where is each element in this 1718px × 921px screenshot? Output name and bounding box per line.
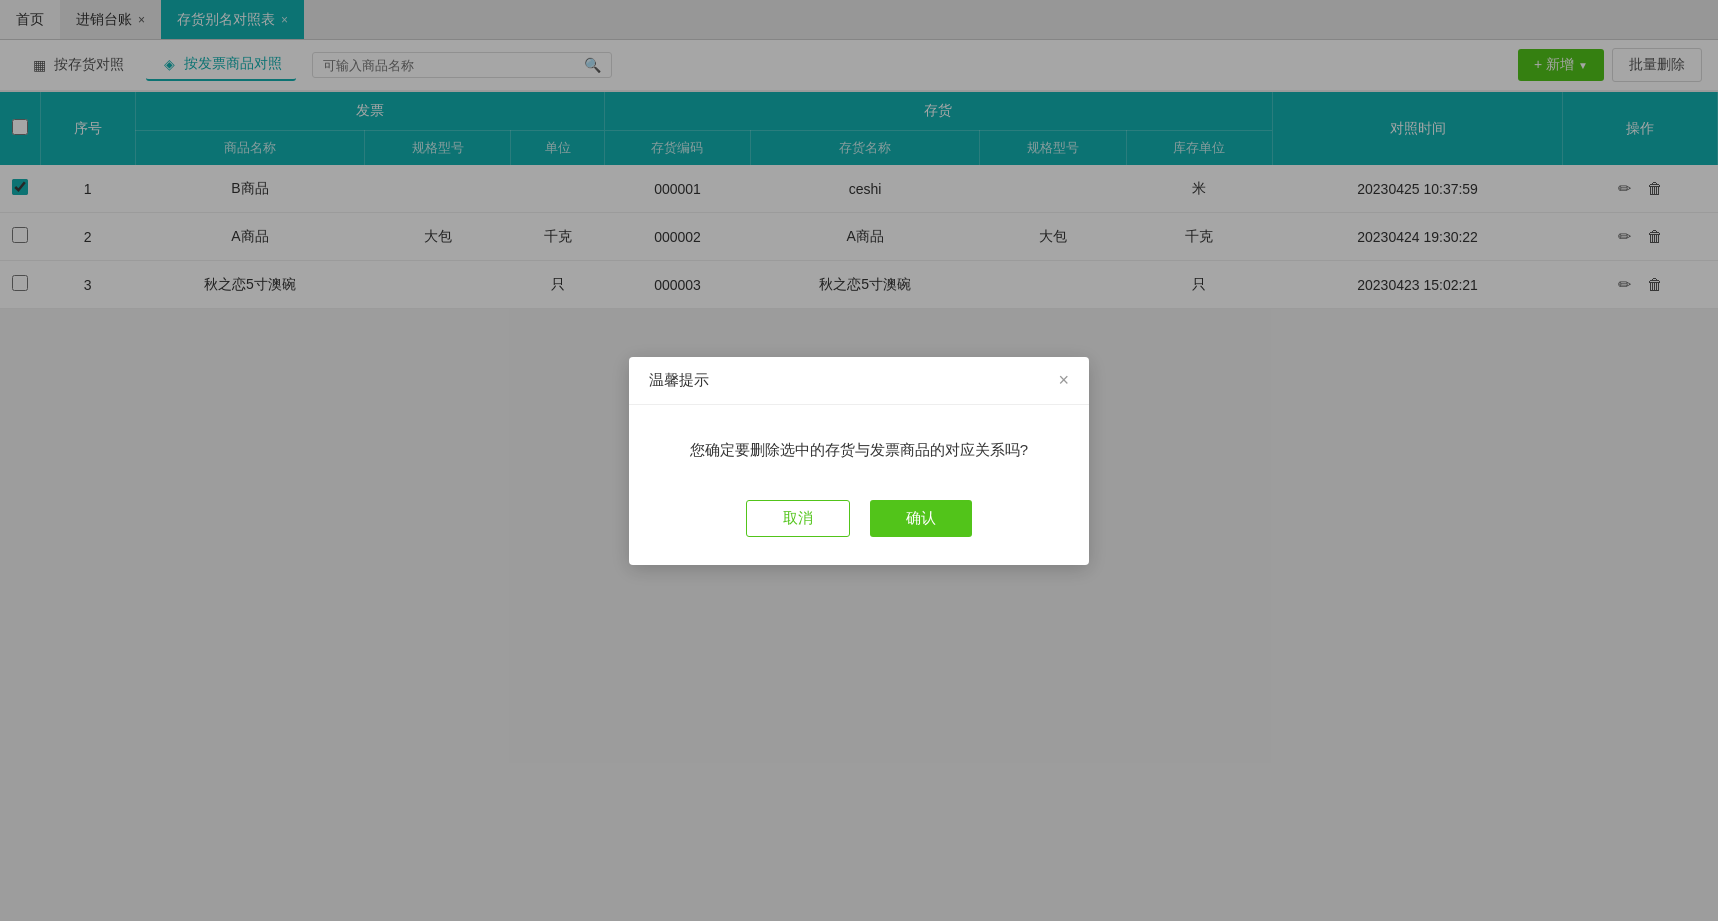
dialog-cancel-button[interactable]: 取消 bbox=[746, 500, 850, 537]
dialog-close-button[interactable]: × bbox=[1058, 371, 1069, 389]
dialog-confirm-button[interactable]: 确认 bbox=[870, 500, 972, 537]
dialog-body: 您确定要删除选中的存货与发票商品的对应关系吗? bbox=[629, 405, 1089, 484]
dialog-message: 您确定要删除选中的存货与发票商品的对应关系吗? bbox=[690, 441, 1028, 458]
dialog-title: 温馨提示 bbox=[649, 371, 709, 390]
confirm-dialog: 温馨提示 × 您确定要删除选中的存货与发票商品的对应关系吗? 取消 确认 bbox=[629, 357, 1089, 565]
dialog-overlay: 温馨提示 × 您确定要删除选中的存货与发票商品的对应关系吗? 取消 确认 bbox=[0, 0, 1718, 921]
dialog-footer: 取消 确认 bbox=[629, 484, 1089, 565]
dialog-header: 温馨提示 × bbox=[629, 357, 1089, 405]
